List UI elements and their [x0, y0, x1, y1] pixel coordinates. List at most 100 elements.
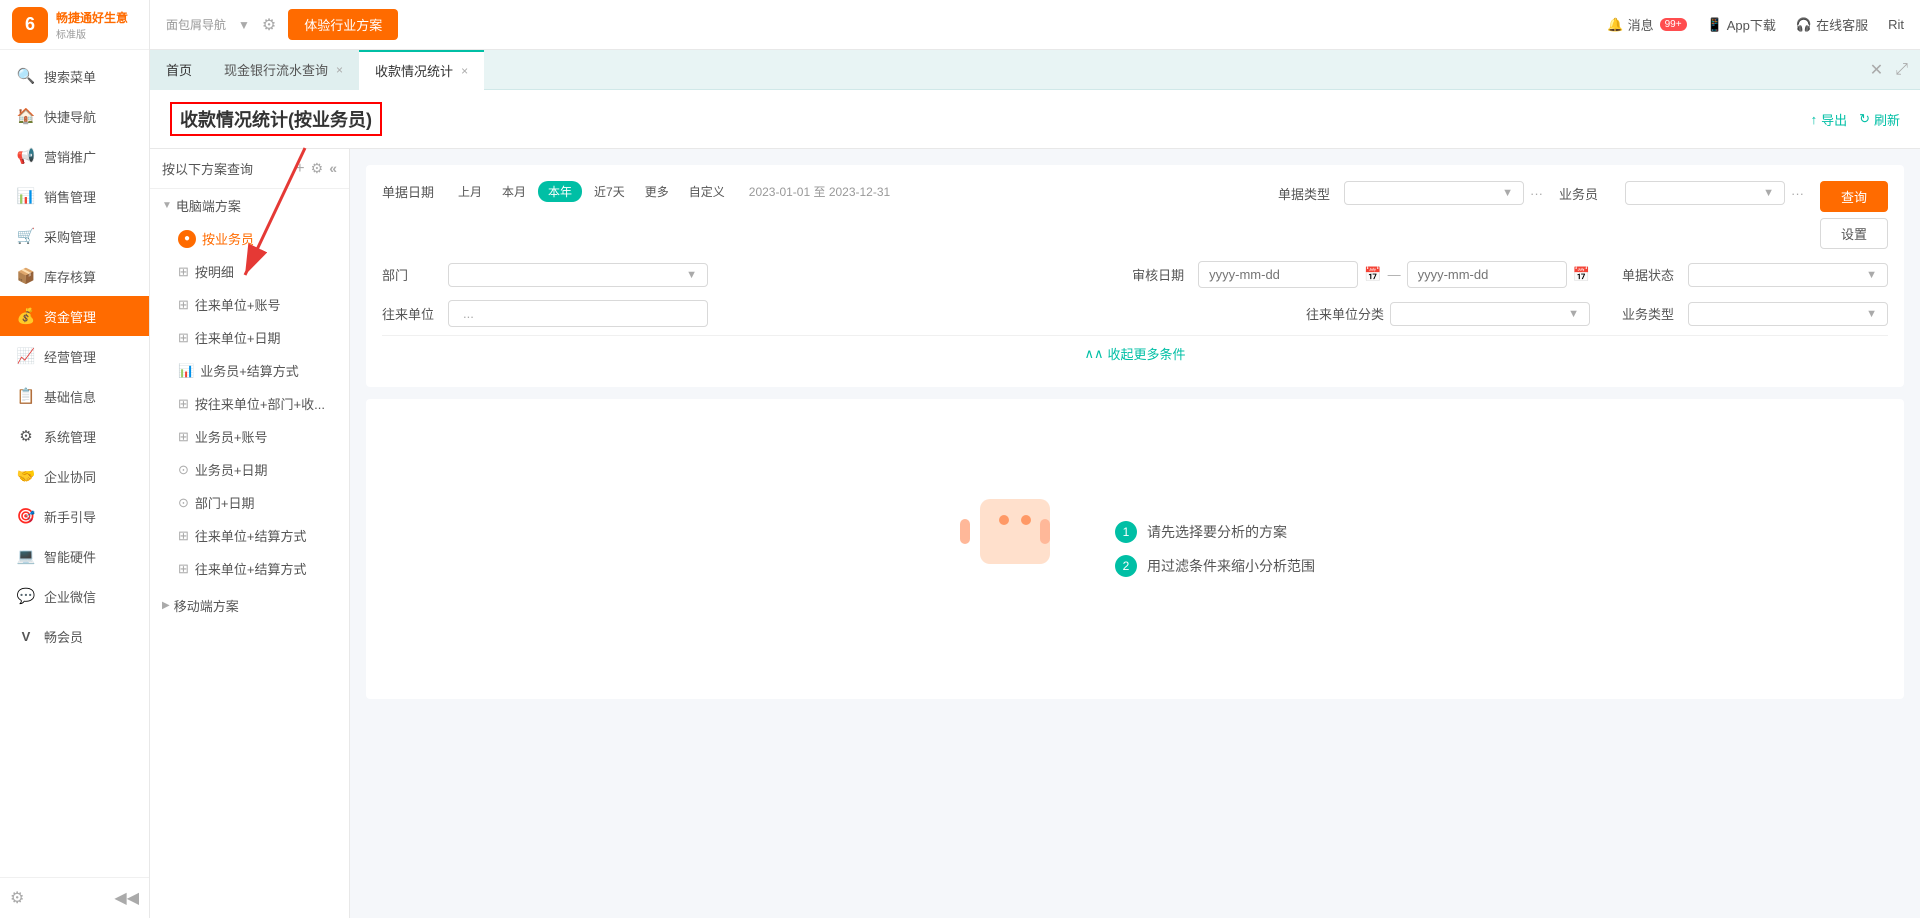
date-tab-custom[interactable]: 自定义 [681, 181, 733, 202]
export-button[interactable]: ↑ 导出 [1811, 110, 1848, 129]
online-service-btn[interactable]: 🎧 在线客服 [1796, 15, 1868, 34]
tab-bank-flow[interactable]: 现金银行流水查询 × [208, 50, 359, 90]
doc-type-label: 单据类型 [1278, 184, 1338, 203]
date-tabs: 上月 本月 本年 近7天 更多 自定义 [450, 181, 733, 202]
refresh-button[interactable]: ↻ 刷新 [1859, 110, 1900, 129]
page-actions: ↑ 导出 ↻ 刷新 [1811, 110, 1900, 129]
doc-type-group: 单据类型 ▼ ··· [1278, 181, 1543, 205]
clipboard-icon: 📋 [16, 386, 36, 406]
dept-chevron-icon: ▼ [686, 269, 697, 281]
sidebar-item-purchase[interactable]: 🛒 采购管理 [0, 216, 149, 256]
date-tab-this-month[interactable]: 本月 [494, 181, 534, 202]
tree-item-partner-dept-collect[interactable]: ⊞ 按往来单位+部门+收... [166, 387, 349, 420]
footer-settings-icon[interactable]: ⚙ [10, 888, 24, 908]
partner-select[interactable]: ... [448, 300, 708, 327]
collapse-filter-button[interactable]: ∧∧ 收起更多条件 [382, 335, 1888, 371]
trial-button[interactable]: 体验行业方案 [288, 9, 398, 40]
doc-type-select[interactable]: ▼ [1344, 181, 1524, 205]
tree-section-label-mobile: 移动端方案 [174, 596, 239, 615]
salesperson-more-icon[interactable]: ··· [1791, 186, 1804, 201]
review-date-group: 审核日期 📅 — 📅 [1132, 261, 1590, 288]
date-tab-7days[interactable]: 近7天 [586, 181, 633, 202]
partner-more-icon[interactable]: ... [463, 306, 474, 321]
tip-num-1: 1 [1115, 521, 1137, 543]
review-date-start[interactable] [1198, 261, 1358, 288]
search-icon: 🔍 [16, 66, 36, 86]
notification-badge: 99+ [1660, 18, 1687, 31]
guide-icon: 🎯 [16, 506, 36, 526]
window-maximize-icon[interactable]: ⤢ [1895, 61, 1908, 79]
dept-select[interactable]: ▼ [448, 263, 708, 287]
calendar-start-icon[interactable]: 📅 [1364, 266, 1381, 283]
date-filter-label: 单据日期 [382, 182, 442, 201]
partner-category-chevron-icon: ▼ [1568, 308, 1579, 320]
tree-item-dept-date[interactable]: ⊙ 部门+日期 [166, 486, 349, 519]
breadcrumb-dropdown-icon[interactable]: ▼ [238, 18, 250, 32]
sidebar-item-member[interactable]: V 畅会员 [0, 616, 149, 656]
settings-scheme-button[interactable]: ⚙ [311, 160, 324, 178]
business-type-select[interactable]: ▼ [1688, 302, 1888, 326]
tree-item-partner-settlement1[interactable]: ⊞ 往来单位+结算方式 [166, 519, 349, 552]
review-date-end[interactable] [1407, 261, 1567, 288]
footer-collapse-icon[interactable]: ◀◀ [114, 888, 139, 908]
sidebar-item-finance[interactable]: 💰 资金管理 [0, 296, 149, 336]
tree-item-salesperson-account[interactable]: ⊞ 业务员+账号 [166, 420, 349, 453]
doc-type-more-icon[interactable]: ··· [1530, 186, 1543, 201]
add-scheme-button[interactable]: + [295, 160, 304, 178]
sidebar-item-system[interactable]: ⚙ 系统管理 [0, 416, 149, 456]
date-range-display: 2023-01-01 至 2023-12-31 [749, 183, 890, 200]
sidebar-item-inventory[interactable]: 📦 库存核算 [0, 256, 149, 296]
logo-icon: 6 [12, 7, 48, 43]
tree-section-desktop[interactable]: ▼ 电脑端方案 [150, 189, 349, 222]
tabs-bar: 首页 现金银行流水查询 × 收款情况统计 × ✕ ⤢ [150, 50, 1920, 90]
collapse-panel-button[interactable]: « [329, 160, 337, 178]
user-name-display[interactable]: Rit [1888, 17, 1904, 32]
sidebar: 6 畅捷通好生意 标准版 🔍 搜索菜单 🏠 快捷导航 📢 营销推广 📊 销售管理… [0, 0, 150, 918]
tree-item-salesperson-settlement[interactable]: 📊 业务员+结算方式 [166, 354, 349, 387]
tab-bank-flow-close[interactable]: × [336, 63, 343, 77]
megaphone-icon: 📢 [16, 146, 36, 166]
robot-arm-left [960, 519, 970, 544]
date-tab-last-month[interactable]: 上月 [450, 181, 490, 202]
download-icon: 📱 [1707, 17, 1723, 33]
notification-btn[interactable]: 🔔 消息 99+ [1607, 15, 1686, 34]
sidebar-item-wechat[interactable]: 💬 企业微信 [0, 576, 149, 616]
salesperson-account-icon: ⊞ [178, 429, 189, 445]
tree-item-by-detail[interactable]: ⊞ 按明细 [166, 255, 349, 288]
sidebar-item-sales[interactable]: 📊 销售管理 [0, 176, 149, 216]
sidebar-item-marketing[interactable]: 📢 营销推广 [0, 136, 149, 176]
sidebar-item-enterprise[interactable]: 🤝 企业协同 [0, 456, 149, 496]
date-tab-more[interactable]: 更多 [637, 181, 677, 202]
salesperson-select[interactable]: ▼ [1625, 181, 1785, 205]
header-gear-icon[interactable]: ⚙ [262, 15, 276, 35]
calendar-end-icon[interactable]: 📅 [1573, 266, 1590, 283]
query-button[interactable]: 查询 [1820, 181, 1888, 212]
sidebar-item-basic-info[interactable]: 📋 基础信息 [0, 376, 149, 416]
empty-illustration [955, 489, 1075, 609]
date-tab-this-year[interactable]: 本年 [538, 181, 582, 202]
tree-item-partner-settlement2[interactable]: ⊞ 往来单位+结算方式 [166, 552, 349, 585]
settings-button[interactable]: 设置 [1820, 218, 1888, 249]
window-close-icon[interactable]: ✕ [1870, 60, 1883, 80]
partner-category-select[interactable]: ▼ [1390, 302, 1590, 326]
sidebar-item-search-menu[interactable]: 🔍 搜索菜单 [0, 56, 149, 96]
tab-home[interactable]: 首页 [150, 50, 208, 90]
tree-item-partner-account[interactable]: ⊞ 往来单位+账号 [166, 288, 349, 321]
tree-section-mobile[interactable]: ▶ 移动端方案 [150, 589, 349, 622]
tab-receipt-stats[interactable]: 收款情况统计 × [359, 50, 484, 90]
sidebar-item-operations[interactable]: 📈 经营管理 [0, 336, 149, 376]
business-type-label: 业务类型 [1622, 304, 1682, 323]
tree-item-salesperson-date[interactable]: ⊙ 业务员+日期 [166, 453, 349, 486]
tree-item-by-salesperson[interactable]: ● 按业务员 [166, 222, 349, 255]
tab-receipt-stats-close[interactable]: × [461, 64, 468, 78]
sidebar-item-smart-hw[interactable]: 💻 智能硬件 [0, 536, 149, 576]
doc-status-select[interactable]: ▼ [1688, 263, 1888, 287]
sidebar-item-quick-nav[interactable]: 🏠 快捷导航 [0, 96, 149, 136]
app-download-btn[interactable]: 📱 App下载 [1707, 15, 1776, 34]
salesperson-group: 业务员 ▼ ··· [1559, 181, 1804, 205]
robot-arm-right [1040, 519, 1050, 544]
partner-date-icon: ⊞ [178, 330, 189, 346]
sidebar-item-guide[interactable]: 🎯 新手引导 [0, 496, 149, 536]
partner-dept-icon: ⊞ [178, 396, 189, 412]
tree-item-partner-date[interactable]: ⊞ 往来单位+日期 [166, 321, 349, 354]
